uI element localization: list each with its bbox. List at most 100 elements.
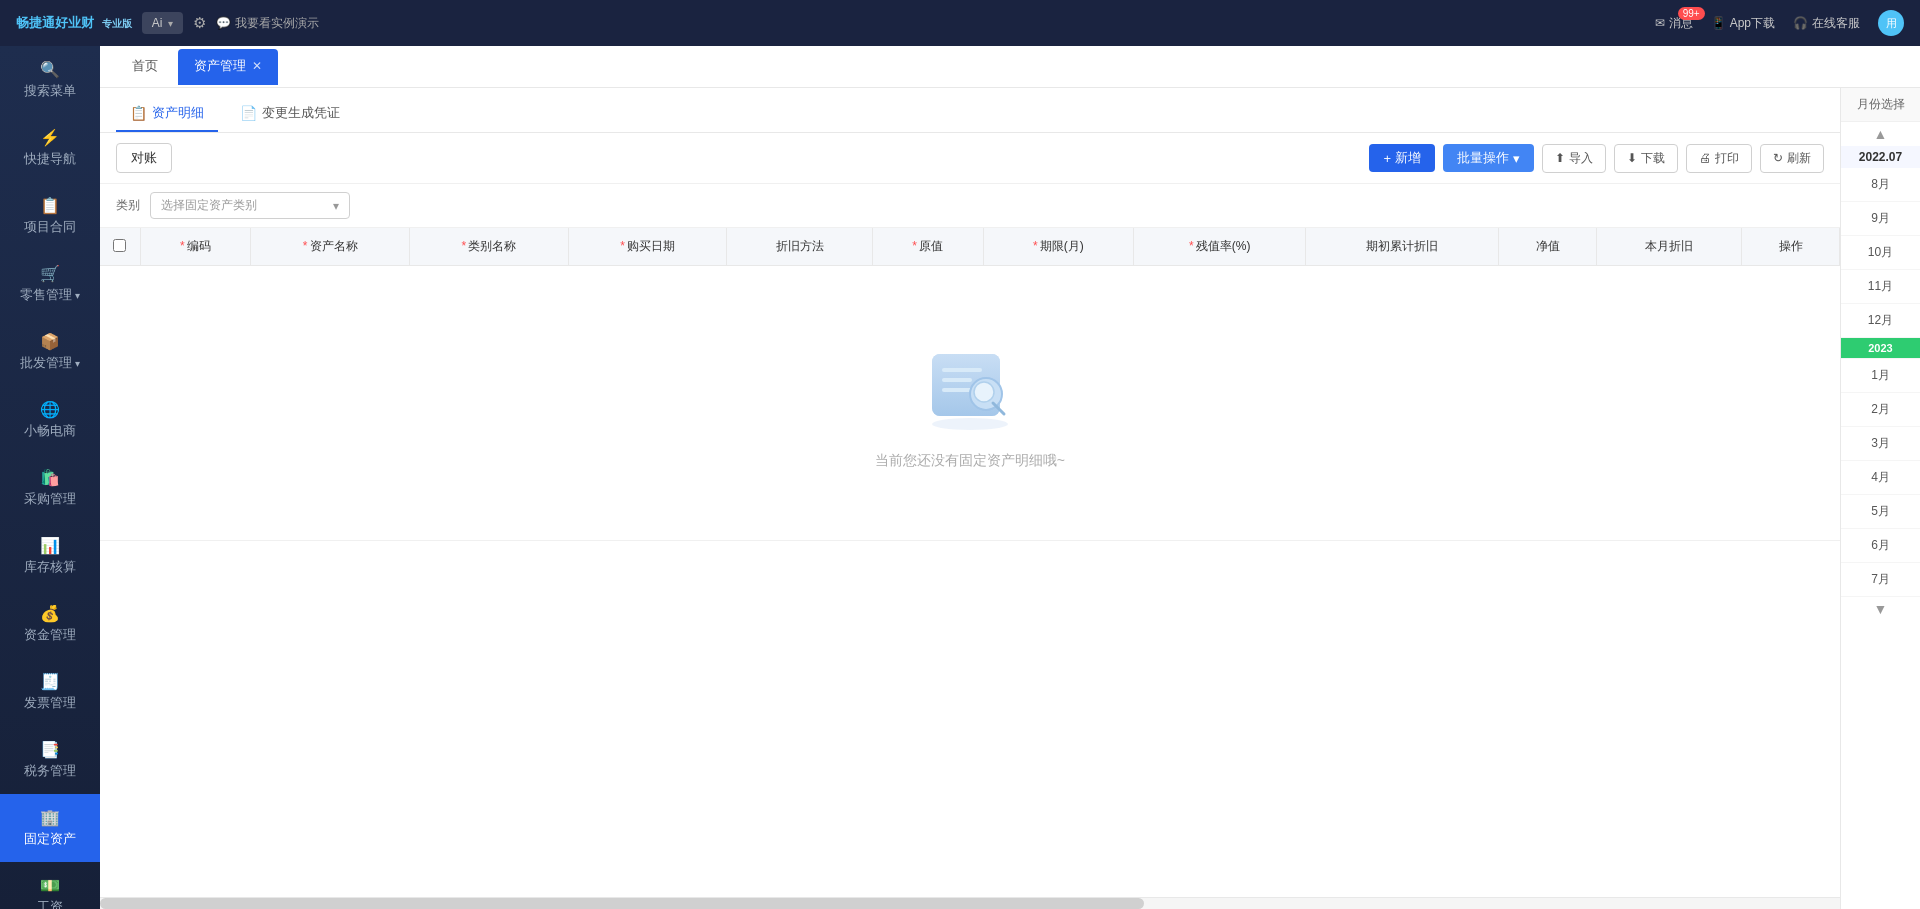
month-picker-header: 月份选择 <box>1841 88 1920 122</box>
month-item-2023-3[interactable]: 3月 <box>1841 427 1920 461</box>
sidebar-item-inventory[interactable]: 📊 库存核算 <box>0 522 100 590</box>
table-header-row: *编码 *资产名称 *类别名称 *购买日期 折旧方法 *原值 *期限(月) *残… <box>100 228 1840 266</box>
tab-home[interactable]: 首页 <box>116 49 174 85</box>
col-code: *编码 <box>140 228 251 266</box>
toolbar-left: 对账 <box>116 143 172 173</box>
online-service-button[interactable]: 🎧 在线客服 <box>1793 15 1860 32</box>
col-monthdepreciation: 本月折旧 <box>1596 228 1741 266</box>
sidebar-item-invoice[interactable]: 🧾发票管理 <box>0 658 100 726</box>
print-button[interactable]: 🖨 打印 <box>1686 144 1752 173</box>
col-depreciation: 折旧方法 <box>727 228 872 266</box>
empty-text: 当前您还没有固定资产明细哦~ <box>875 452 1065 470</box>
sidebar-item-label: 小畅电商 <box>8 422 92 440</box>
month-item-9[interactable]: 9月 <box>1841 202 1920 236</box>
svg-rect-3 <box>942 368 982 372</box>
main-content: 📋 资产明细 📄 变更生成凭证 对账 + <box>100 88 1840 909</box>
app-edition: 专业版 <box>102 18 132 29</box>
month-item-2023-1[interactable]: 1月 <box>1841 359 1920 393</box>
month-item-8[interactable]: 8月 <box>1841 168 1920 202</box>
svg-point-0 <box>932 418 1008 430</box>
menu-icon: 💵 <box>8 876 92 895</box>
month-nav-down-icon[interactable]: ▼ <box>1874 601 1888 617</box>
month-item-12[interactable]: 12月 <box>1841 304 1920 338</box>
subtab-changevoucher[interactable]: 📄 变更生成凭证 <box>226 98 354 132</box>
col-assetname: *资产名称 <box>251 228 410 266</box>
col-categoryname: *类别名称 <box>410 228 569 266</box>
batch-button[interactable]: 批量操作 ▾ <box>1443 144 1534 172</box>
top-bar-right: ✉ 消息 99+ 📱 App下载 🎧 在线客服 用 <box>1655 10 1904 36</box>
menu-icon: 📦 <box>8 332 92 351</box>
menu-icon: 🛒 <box>8 264 92 283</box>
menu-icon: 💰 <box>8 604 92 623</box>
sidebar-item-search[interactable]: 🔍搜索菜单 <box>0 46 100 114</box>
menu-icon: 📊 <box>8 536 92 555</box>
service-icon: 🎧 <box>1793 16 1808 30</box>
month-item-10[interactable]: 10月 <box>1841 236 1920 270</box>
menu-icon: 🧾 <box>8 672 92 691</box>
year-2023-label: 2023 <box>1841 338 1920 359</box>
top-bar-left: 畅捷通好业财 专业版 Ai ▾ ⚙ 💬 我要看实例演示 <box>16 12 319 34</box>
month-item-2023-2[interactable]: 2月 <box>1841 393 1920 427</box>
subtab-assetdetail-label: 资产明细 <box>152 104 204 122</box>
user-avatar[interactable]: 用 <box>1878 10 1904 36</box>
sidebar-item-retail[interactable]: 🛒零售管理▾ <box>0 250 100 318</box>
menu-icon: 📑 <box>8 740 92 759</box>
settings-icon[interactable]: ⚙ <box>193 14 206 32</box>
month-nav-up-icon[interactable]: ▲ <box>1874 126 1888 142</box>
sidebar-item-label: 库存核算 <box>8 558 92 576</box>
company-selector[interactable]: Ai ▾ <box>142 12 184 34</box>
col-netvalue: 净值 <box>1499 228 1597 266</box>
empty-illustration <box>910 336 1030 436</box>
month-item-2023-7[interactable]: 7月 <box>1841 563 1920 597</box>
sidebar-item-salary[interactable]: 💵工资 <box>0 862 100 909</box>
app-download-button[interactable]: 📱 App下载 <box>1711 15 1775 32</box>
month-item-2023-5[interactable]: 5月 <box>1841 495 1920 529</box>
category-select[interactable]: 选择固定资产类别 ▾ <box>150 192 350 219</box>
sidebar-item-fixedassets[interactable]: 🏢固定资产 <box>0 794 100 862</box>
add-button[interactable]: + 新增 <box>1369 144 1435 172</box>
download-label: 下载 <box>1641 150 1665 167</box>
sidebar-item-project[interactable]: 📋项目合同 <box>0 182 100 250</box>
month-picker-panel: 月份选择 ▲ 2022.07 8月 9月 10月 11月 12月 2023 1月… <box>1840 88 1920 909</box>
print-label: 打印 <box>1715 150 1739 167</box>
page-body: 📋 资产明细 📄 变更生成凭证 对账 + <box>100 88 1920 909</box>
tab-bar: 首页 资产管理 ✕ <box>100 46 1920 88</box>
scrollbar-thumb <box>100 898 1144 909</box>
sidebar-item-purchase[interactable]: 🛍️采购管理 <box>0 454 100 522</box>
download-button[interactable]: ⬇ 下载 <box>1614 144 1678 173</box>
current-year-label[interactable]: 2022.07 <box>1841 146 1920 168</box>
col-residualrate: *残值率(%) <box>1134 228 1306 266</box>
month-item-2023-6[interactable]: 6月 <box>1841 529 1920 563</box>
col-purchasedate: *购买日期 <box>568 228 727 266</box>
toolbar-right: + 新增 批量操作 ▾ ⬆ 导入 ⬇ 下载 <box>1369 144 1824 173</box>
sidebar-item-tax[interactable]: 📑税务管理 <box>0 726 100 794</box>
sidebar-item-finance[interactable]: 💰资金管理 <box>0 590 100 658</box>
company-name: Ai <box>152 16 163 30</box>
category-chevron-icon: ▾ <box>333 199 339 213</box>
batch-label: 批量操作 <box>1457 149 1509 167</box>
subtab-assetdetail[interactable]: 📋 资产明细 <box>116 98 218 132</box>
arrow-icon: ▾ <box>75 290 80 301</box>
message-button[interactable]: ✉ 消息 99+ <box>1655 15 1693 32</box>
demo-link[interactable]: 💬 我要看实例演示 <box>216 15 319 32</box>
tab-assetmanage[interactable]: 资产管理 ✕ <box>178 49 278 85</box>
import-button[interactable]: ⬆ 导入 <box>1542 144 1606 173</box>
sidebar-item-wholesale[interactable]: 📦批发管理▾ <box>0 318 100 386</box>
month-item-11[interactable]: 11月 <box>1841 270 1920 304</box>
menu-icon: 📋 <box>8 196 92 215</box>
app-logo: 畅捷通好业财 专业版 <box>16 14 132 32</box>
select-all-checkbox[interactable] <box>113 239 126 252</box>
month-nav-bottom: ▼ <box>1841 597 1920 621</box>
sidebar-item-label: 采购管理 <box>8 490 92 508</box>
sidebar-item-label: 搜索菜单 <box>8 82 92 100</box>
table-container: *编码 *资产名称 *类别名称 *购买日期 折旧方法 *原值 *期限(月) *残… <box>100 228 1840 897</box>
tab-close-icon[interactable]: ✕ <box>252 59 262 73</box>
category-placeholder: 选择固定资产类别 <box>161 197 257 214</box>
refresh-button[interactable]: ↻ 刷新 <box>1760 144 1824 173</box>
month-item-2023-4[interactable]: 4月 <box>1841 461 1920 495</box>
reconcile-button[interactable]: 对账 <box>116 143 172 173</box>
scrollbar-area[interactable] <box>100 897 1840 909</box>
sidebar-item-quicknav[interactable]: ⚡快捷导航 <box>0 114 100 182</box>
sidebar-item-ecommerce[interactable]: 🌐小畅电商 <box>0 386 100 454</box>
month-nav: ▲ <box>1841 122 1920 146</box>
